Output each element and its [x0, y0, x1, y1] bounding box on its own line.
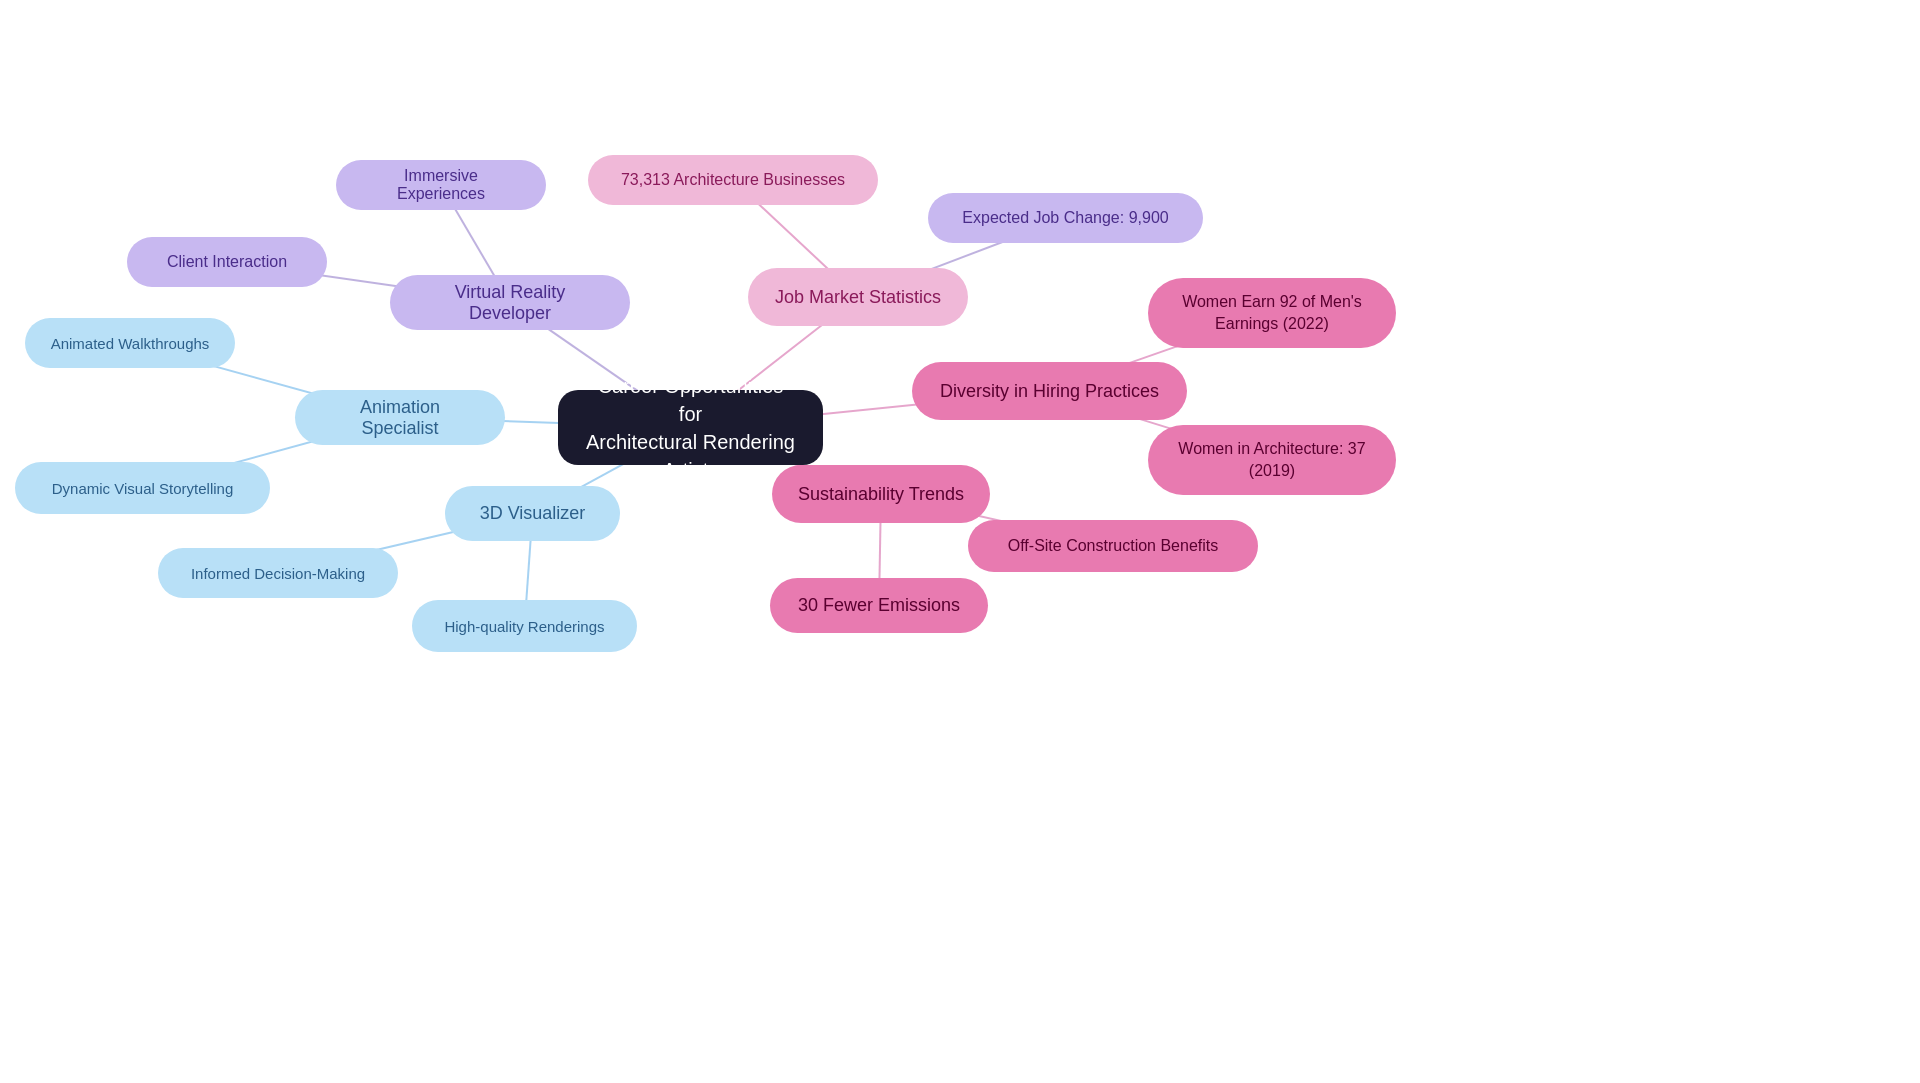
job-market-label: Job Market Statistics: [775, 287, 941, 308]
architecture-businesses-node[interactable]: 73,313 Architecture Businesses: [588, 155, 878, 205]
animated-walkthroughs-label: Animated Walkthroughs: [51, 335, 210, 352]
architecture-businesses-label: 73,313 Architecture Businesses: [621, 171, 845, 189]
job-market-statistics-node[interactable]: Job Market Statistics: [748, 268, 968, 326]
3d-visualizer-label: 3D Visualizer: [480, 503, 586, 524]
sustainability-label: Sustainability Trends: [798, 484, 964, 505]
fewer-emissions-label: 30 Fewer Emissions: [798, 595, 960, 616]
offsite-construction-node[interactable]: Off-Site Construction Benefits: [968, 520, 1258, 572]
diversity-hiring-label: Diversity in Hiring Practices: [940, 381, 1159, 402]
women-architecture-node[interactable]: Women in Architecture: 37 (2019): [1148, 425, 1396, 495]
client-interaction-label: Client Interaction: [167, 253, 287, 271]
client-interaction-node[interactable]: Client Interaction: [127, 237, 327, 287]
animation-specialist-label: Animation Specialist: [319, 397, 481, 439]
virtual-reality-developer-node[interactable]: Virtual Reality Developer: [390, 275, 630, 330]
dynamic-visual-storytelling-node[interactable]: Dynamic Visual Storytelling: [15, 462, 270, 514]
animated-walkthroughs-node[interactable]: Animated Walkthroughs: [25, 318, 235, 368]
immersive-experiences-node[interactable]: Immersive Experiences: [336, 160, 546, 210]
svg-line-10: [751, 197, 837, 277]
3d-visualizer-node[interactable]: 3D Visualizer: [445, 486, 620, 541]
dynamic-visual-label: Dynamic Visual Storytelling: [52, 480, 233, 497]
women-earn-node[interactable]: Women Earn 92 of Men's Earnings (2022): [1148, 278, 1396, 348]
expected-job-change-node[interactable]: Expected Job Change: 9,900: [928, 193, 1203, 243]
svg-line-17: [879, 523, 880, 578]
diversity-hiring-node[interactable]: Diversity in Hiring Practices: [912, 362, 1187, 420]
offsite-construction-label: Off-Site Construction Benefits: [1008, 537, 1218, 555]
informed-decision-label: Informed Decision-Making: [191, 565, 365, 582]
virtual-reality-label: Virtual Reality Developer: [414, 282, 606, 324]
center-label: Career Opportunities for Architectural R…: [586, 372, 795, 484]
fewer-emissions-node[interactable]: 30 Fewer Emissions: [770, 578, 988, 633]
center-node[interactable]: Career Opportunities for Architectural R…: [558, 390, 823, 465]
high-quality-label: High-quality Renderings: [444, 618, 604, 635]
women-architecture-label: Women in Architecture: 37 (2019): [1178, 438, 1365, 483]
expected-job-label: Expected Job Change: 9,900: [962, 209, 1168, 227]
informed-decision-node[interactable]: Informed Decision-Making: [158, 548, 398, 598]
sustainability-trends-node[interactable]: Sustainability Trends: [772, 465, 990, 523]
high-quality-renderings-node[interactable]: High-quality Renderings: [412, 600, 637, 652]
svg-line-1: [454, 207, 496, 279]
svg-line-8: [526, 541, 530, 600]
women-earn-label: Women Earn 92 of Men's Earnings (2022): [1182, 291, 1362, 336]
animation-specialist-node[interactable]: Animation Specialist: [295, 390, 505, 445]
immersive-label: Immersive Experiences: [360, 167, 522, 203]
